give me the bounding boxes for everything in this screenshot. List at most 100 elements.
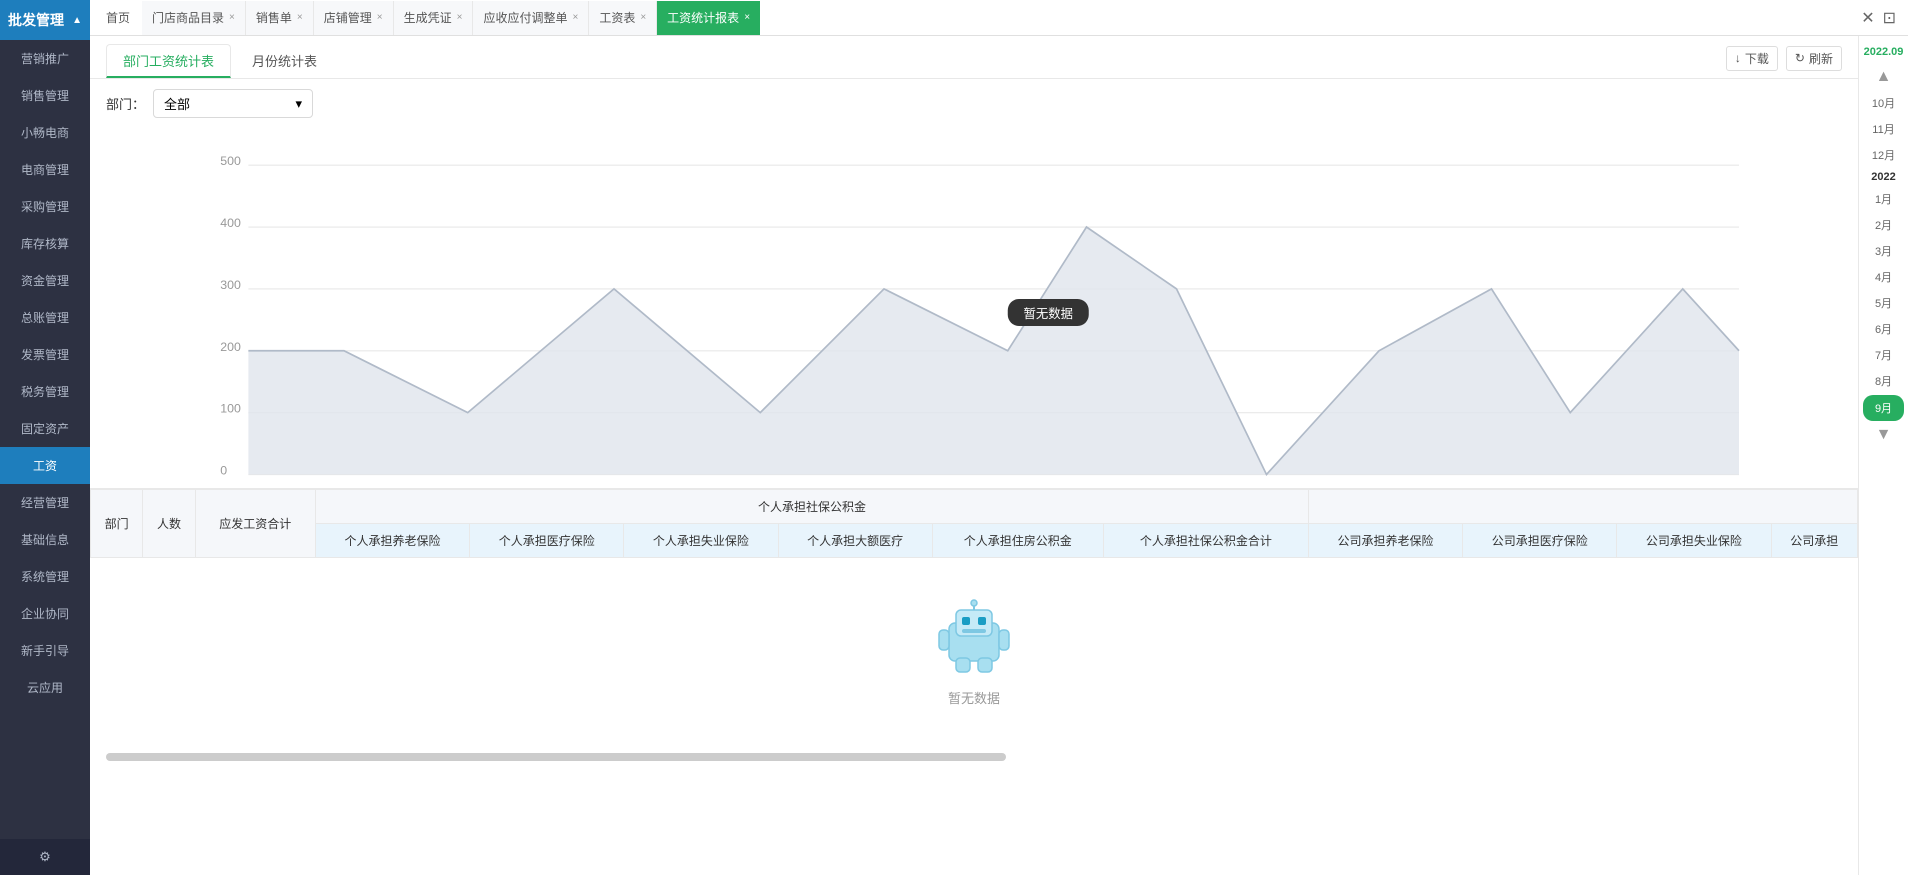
chart-tooltip-text: 暂无数据 xyxy=(1024,306,1073,321)
filter-dept-select[interactable]: 全部 ▾ xyxy=(153,89,313,118)
filter-row: 部门： 全部 ▾ xyxy=(90,79,1858,128)
tab-home[interactable]: 首页 xyxy=(94,1,142,35)
timeline-2月[interactable]: 2月 xyxy=(1859,212,1908,238)
timeline-up-icon[interactable]: ▲ xyxy=(1872,64,1896,90)
sidebar-item-销售管理[interactable]: 销售管理 xyxy=(0,77,90,114)
sidebar-item-库存核算[interactable]: 库存核算 xyxy=(0,225,90,262)
tab-close-应收应付调整单[interactable]: × xyxy=(572,12,578,23)
th-personal-housing: 个人承担住房公积金 xyxy=(932,524,1103,558)
tab-店铺管理[interactable]: 店铺管理 × xyxy=(314,1,394,35)
tab-门店商品目录[interactable]: 门店商品目录 × xyxy=(142,1,246,35)
refresh-button[interactable]: ↻ 刷新 xyxy=(1786,46,1842,71)
tab-close-销售单[interactable]: × xyxy=(297,12,303,23)
sidebar-item-基础信息[interactable]: 基础信息 xyxy=(0,521,90,558)
tab-close-工资统计报表[interactable]: × xyxy=(744,12,750,23)
sidebar-item-经营管理[interactable]: 经营管理 xyxy=(0,484,90,521)
content-inner: 部门工资统计表 月份统计表 ↓ 下载 ↻ 刷新 部门： xyxy=(90,36,1858,875)
sidebar-item-小畅电商[interactable]: 小畅电商 xyxy=(0,114,90,151)
tab-close-工资表[interactable]: × xyxy=(640,12,646,23)
sidebar-collapse-icon[interactable]: ▲ xyxy=(72,15,82,26)
th-people: 人数 xyxy=(143,490,195,558)
timeline-6月[interactable]: 6月 xyxy=(1859,316,1908,342)
th-dept: 部门 xyxy=(91,490,143,558)
sidebar-settings-icon[interactable]: ⚙ xyxy=(0,839,90,875)
tab-restore-icon[interactable]: ⊡ xyxy=(1879,8,1900,28)
table-area[interactable]: 部门 人数 应发工资合计 个人承担社保公积金 个人承担养老保险 个人承担医疗保险… xyxy=(90,488,1858,875)
sidebar-header[interactable]: 批发管理 ▲ xyxy=(0,0,90,40)
subtab-月份统计表[interactable]: 月份统计表 xyxy=(235,44,334,78)
sidebar-item-固定资产[interactable]: 固定资产 xyxy=(0,410,90,447)
th-personal-total: 个人承担社保公积金合计 xyxy=(1103,524,1308,558)
sub-tabs-left: 部门工资统计表 月份统计表 xyxy=(106,44,334,78)
filter-dept-label: 部门： xyxy=(106,94,145,113)
sidebar-item-企业协同[interactable]: 企业协同 xyxy=(0,595,90,632)
svg-text:0: 0 xyxy=(220,464,227,478)
tab-close-店铺管理[interactable]: × xyxy=(377,12,383,23)
sidebar-item-新手引导[interactable]: 新手引导 xyxy=(0,632,90,669)
main-area: 首页 门店商品目录 × 销售单 × 店铺管理 × 生成凭证 × 应收应付调整单 … xyxy=(90,0,1908,875)
sidebar: 批发管理 ▲ 营销推广 销售管理 小畅电商 电商管理 采购管理 库存核算 资金管… xyxy=(0,0,90,875)
table-scrollbar[interactable] xyxy=(106,753,1006,761)
sidebar-item-税务管理[interactable]: 税务管理 xyxy=(0,373,90,410)
tab-应收应付调整单[interactable]: 应收应付调整单 × xyxy=(473,1,589,35)
sidebar-item-云应用[interactable]: 云应用 xyxy=(0,669,90,706)
timeline-7月[interactable]: 7月 xyxy=(1859,342,1908,368)
th-company-group xyxy=(1308,490,1857,524)
tab-close-生成凭证[interactable]: × xyxy=(457,12,463,23)
chart-area: 0 100 200 300 400 500 xyxy=(90,128,1858,488)
timeline-3月[interactable]: 3月 xyxy=(1859,238,1908,264)
th-salary: 应发工资合计 xyxy=(195,490,315,558)
timeline-down-icon[interactable]: ▼ xyxy=(1872,422,1896,448)
no-data-robot-icon xyxy=(934,598,1014,678)
sidebar-item-工资[interactable]: 工资 xyxy=(0,447,90,484)
tab-close-all-icon[interactable]: ✕ xyxy=(1857,8,1878,28)
timeline-8月[interactable]: 8月 xyxy=(1859,368,1908,394)
tab-生成凭证[interactable]: 生成凭证 × xyxy=(394,1,474,35)
sidebar-item-总账管理[interactable]: 总账管理 xyxy=(0,299,90,336)
timeline-5月[interactable]: 5月 xyxy=(1859,290,1908,316)
download-icon: ↓ xyxy=(1735,51,1741,65)
tab-bar: 首页 门店商品目录 × 销售单 × 店铺管理 × 生成凭证 × 应收应付调整单 … xyxy=(90,0,1908,36)
svg-text:100: 100 xyxy=(220,402,241,416)
sidebar-item-电商管理[interactable]: 电商管理 xyxy=(0,151,90,188)
subtab-部门工资统计表[interactable]: 部门工资统计表 xyxy=(106,44,231,78)
th-personal-unemployment: 个人承担失业保险 xyxy=(624,524,778,558)
data-table: 部门 人数 应发工资合计 个人承担社保公积金 个人承担养老保险 个人承担医疗保险… xyxy=(90,489,1858,558)
tab-close-门店商品目录[interactable]: × xyxy=(229,12,235,23)
sidebar-item-发票管理[interactable]: 发票管理 xyxy=(0,336,90,373)
tab-销售单[interactable]: 销售单 × xyxy=(246,1,314,35)
sidebar-item-营销推广[interactable]: 营销推广 xyxy=(0,40,90,77)
th-personal-pension: 个人承担养老保险 xyxy=(315,524,469,558)
timeline-1月[interactable]: 1月 xyxy=(1859,186,1908,212)
content-area: 部门工资统计表 月份统计表 ↓ 下载 ↻ 刷新 部门： xyxy=(90,36,1908,875)
sub-tabs: 部门工资统计表 月份统计表 ↓ 下载 ↻ 刷新 xyxy=(90,36,1858,79)
th-company-other: 公司承担 xyxy=(1771,524,1857,558)
tab-工资表[interactable]: 工资表 × xyxy=(589,1,657,35)
no-data-area: 暂无数据 xyxy=(90,558,1858,747)
sidebar-item-采购管理[interactable]: 采购管理 xyxy=(0,188,90,225)
timeline-year-2022[interactable]: 2022 xyxy=(1859,168,1908,186)
timeline-11月[interactable]: 11月 xyxy=(1859,116,1908,142)
sidebar-item-系统管理[interactable]: 系统管理 xyxy=(0,558,90,595)
timeline-4月[interactable]: 4月 xyxy=(1859,264,1908,290)
sidebar-item-资金管理[interactable]: 资金管理 xyxy=(0,262,90,299)
svg-text:400: 400 xyxy=(220,216,241,230)
timeline-10月[interactable]: 10月 xyxy=(1859,90,1908,116)
no-data-text: 暂无数据 xyxy=(948,688,1000,707)
tab-工资统计报表[interactable]: 工资统计报表 × xyxy=(657,1,760,35)
sub-tabs-right: ↓ 下载 ↻ 刷新 xyxy=(1726,46,1842,77)
tab-bar-end: ✕ ⊡ xyxy=(1849,8,1908,28)
timeline-label: 2022.09 xyxy=(1859,40,1908,64)
download-button[interactable]: ↓ 下载 xyxy=(1726,46,1778,71)
timeline-12月[interactable]: 12月 xyxy=(1859,142,1908,168)
chevron-down-icon: ▾ xyxy=(295,96,302,112)
chart-svg: 0 100 200 300 400 500 xyxy=(106,128,1842,488)
th-company-unemployment: 公司承担失业保险 xyxy=(1617,524,1771,558)
th-company-medical: 公司承担医疗保险 xyxy=(1463,524,1617,558)
timeline-9月[interactable]: 9月 xyxy=(1863,395,1904,421)
svg-text:300: 300 xyxy=(220,278,241,292)
svg-text:500: 500 xyxy=(220,154,241,168)
svg-text:200: 200 xyxy=(220,340,241,354)
refresh-icon: ↻ xyxy=(1795,51,1805,65)
th-company-pension: 公司承担养老保险 xyxy=(1308,524,1462,558)
